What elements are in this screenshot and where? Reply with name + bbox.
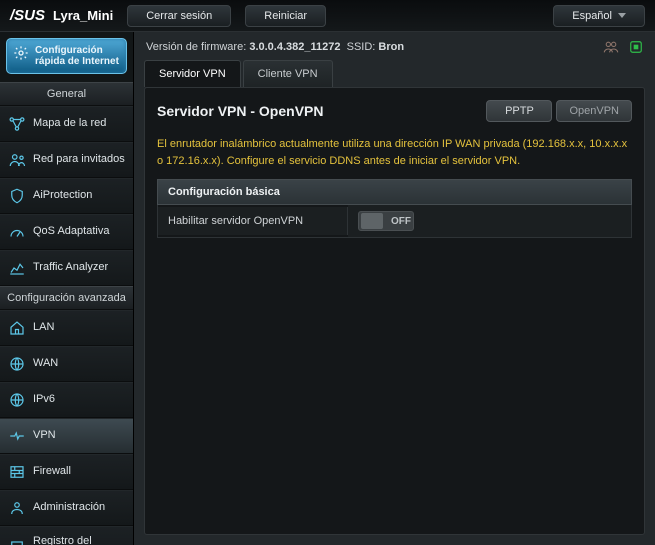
group-header-basic: Configuración básica	[157, 179, 632, 205]
mode-button-openvpn[interactable]: OpenVPN	[556, 100, 632, 122]
setting-label: Habilitar servidor OpenVPN	[158, 207, 348, 235]
sidebar-item-label: Administración	[33, 501, 105, 514]
sidebar-item-label: Firewall	[33, 465, 71, 478]
firmware-bar: Versión de firmware: 3.0.0.4.382_11272 S…	[134, 32, 655, 60]
panel-title: Servidor VPN - OpenVPN	[157, 103, 323, 119]
firmware-label: Versión de firmware:	[146, 41, 246, 53]
vpn-icon	[8, 427, 26, 445]
language-label: Español	[572, 10, 612, 22]
sidebar-item-qos-adaptativa[interactable]: QoS Adaptativa	[0, 214, 133, 250]
ssid-label: SSID:	[347, 41, 376, 53]
shield-icon	[8, 187, 26, 205]
openvpn-toggle[interactable]: OFF	[358, 211, 414, 231]
language-dropdown[interactable]: Español	[553, 5, 645, 27]
reboot-button[interactable]: Reiniciar	[245, 5, 326, 27]
warning-notice: El enrutador inalámbrico actualmente uti…	[157, 132, 632, 179]
status-icon[interactable]	[629, 40, 643, 54]
sidebar-item-vpn[interactable]: VPN	[0, 418, 133, 454]
traffic-icon	[8, 259, 26, 277]
network-icon	[8, 115, 26, 133]
wall-icon	[8, 463, 26, 481]
gauge-icon	[8, 223, 26, 241]
sidebar-item-mapa-de-la-red[interactable]: Mapa de la red	[0, 106, 133, 142]
home-icon	[8, 319, 26, 337]
sidebar-item-red-para-invitados[interactable]: Red para invitados	[0, 142, 133, 178]
sidebar-item-ipv6[interactable]: IPv6	[0, 382, 133, 418]
top-bar: /SUS Lyra_Mini Cerrar sesión Reiniciar E…	[0, 0, 655, 32]
section-header-general: General	[0, 82, 133, 106]
sidebar-item-label: Red para invitados	[33, 153, 125, 166]
mode-button-pptp[interactable]: PPTP	[486, 100, 552, 122]
sidebar-item-aiprotection[interactable]: AiProtection	[0, 178, 133, 214]
toggle-state: OFF	[391, 216, 411, 227]
sidebar-item-label: VPN	[33, 429, 56, 442]
chevron-down-icon	[618, 13, 626, 18]
quick-internet-setup-button[interactable]: Configuración rápida de Internet	[6, 38, 127, 74]
users-icon[interactable]	[603, 40, 619, 54]
guest-icon	[8, 151, 26, 169]
tab-cliente-vpn[interactable]: Cliente VPN	[243, 60, 333, 87]
setting-row: Habilitar servidor OpenVPN OFF	[157, 205, 632, 238]
content-area: Versión de firmware: 3.0.0.4.382_11272 S…	[134, 32, 655, 545]
sidebar-item-label: QoS Adaptativa	[33, 225, 109, 238]
log-icon	[8, 539, 26, 545]
sidebar-item-label: AiProtection	[33, 189, 92, 202]
sidebar: Configuración rápida de Internet General…	[0, 32, 134, 545]
tab-bar: Servidor VPNCliente VPN	[134, 60, 655, 87]
sidebar-item-wan[interactable]: WAN	[0, 346, 133, 382]
sidebar-item-traffic-analyzer[interactable]: Traffic Analyzer	[0, 250, 133, 286]
sidebar-item-label: IPv6	[33, 393, 55, 406]
brand-logo: /SUS	[10, 7, 45, 24]
model-name: Lyra_Mini	[53, 8, 113, 23]
reboot-label: Reiniciar	[264, 10, 307, 22]
sidebar-item-label: WAN	[33, 357, 58, 370]
sidebar-item-label: Mapa de la red	[33, 117, 106, 130]
globe-icon	[8, 355, 26, 373]
sidebar-item-label: Traffic Analyzer	[33, 261, 108, 274]
main-panel: Servidor VPN - OpenVPN PPTPOpenVPN El en…	[144, 87, 645, 535]
toggle-knob	[361, 213, 383, 229]
sidebar-item-firewall[interactable]: Firewall	[0, 454, 133, 490]
firmware-version[interactable]: 3.0.0.4.382_11272	[249, 41, 340, 53]
ssid-value: Bron	[378, 41, 404, 53]
mode-buttons: PPTPOpenVPN	[486, 100, 632, 122]
sidebar-item-lan[interactable]: LAN	[0, 310, 133, 346]
section-header-advanced: Configuración avanzada	[0, 286, 133, 310]
globe-icon	[8, 391, 26, 409]
tab-servidor-vpn[interactable]: Servidor VPN	[144, 60, 241, 87]
logout-label: Cerrar sesión	[146, 10, 212, 22]
sidebar-item-label: LAN	[33, 321, 54, 334]
logout-button[interactable]: Cerrar sesión	[127, 5, 231, 27]
qis-label: Configuración rápida de Internet	[35, 45, 119, 67]
sidebar-item-administraci-n[interactable]: Administración	[0, 490, 133, 526]
sidebar-item-registro-del-sistema[interactable]: Registro del sistema	[0, 526, 133, 545]
gear-icon	[13, 45, 29, 61]
admin-icon	[8, 499, 26, 517]
sidebar-item-label: Registro del sistema	[33, 535, 127, 545]
